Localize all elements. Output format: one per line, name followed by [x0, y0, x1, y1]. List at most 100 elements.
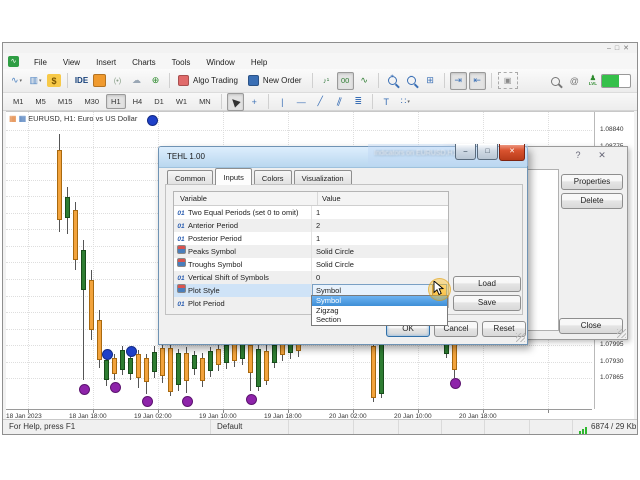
auto-scroll-icon[interactable]: ⇤: [468, 71, 486, 90]
timeframe-mn[interactable]: MN: [194, 94, 216, 109]
load-button[interactable]: Load: [453, 276, 521, 292]
menu-item-help[interactable]: Help: [243, 58, 275, 67]
connection-signal-icon: [579, 420, 588, 434]
dollar-icon[interactable]: $: [47, 74, 61, 87]
chart-type-icon[interactable]: ∿ ▾: [8, 72, 25, 90]
tab-colors[interactable]: Colors: [253, 170, 292, 185]
horizontal-line-tool[interactable]: —: [293, 93, 310, 111]
text-tool[interactable]: T: [378, 93, 395, 111]
trendline-tool[interactable]: ╱: [312, 93, 329, 111]
column-variable: Variable: [174, 192, 318, 205]
peak-marker: [146, 114, 158, 126]
one-click-trading-icon[interactable]: ▦: [19, 114, 27, 123]
menu-item-file[interactable]: File: [26, 58, 55, 67]
param-row[interactable]: 01 Vertical Shift of Symbols 0: [174, 271, 448, 284]
chart-window-icon[interactable]: ▥ ▾: [27, 72, 44, 90]
equidistant-channel-tool[interactable]: ≣: [350, 93, 367, 111]
shapes-tool[interactable]: ∷ ▾: [397, 93, 414, 111]
close-icon[interactable]: ✕: [594, 150, 610, 163]
menu-item-charts[interactable]: Charts: [124, 58, 164, 67]
resize-grip[interactable]: [617, 329, 626, 338]
line-chart-icon[interactable]: ∿: [356, 72, 373, 90]
cursor-tool[interactable]: [226, 92, 244, 111]
status-cell-profile[interactable]: Default: [211, 420, 289, 434]
channel-tool[interactable]: ∥: [331, 93, 348, 111]
tab-inputs[interactable]: Inputs: [215, 168, 252, 185]
close-icon[interactable]: ✕: [499, 144, 525, 161]
vertical-line-tool[interactable]: |: [274, 93, 291, 111]
depth-of-market-icon[interactable]: ▦: [9, 114, 17, 123]
trough-marker: [109, 381, 121, 393]
zoom-out-icon[interactable]: −: [403, 72, 420, 90]
enum-type-icon: [176, 284, 186, 293]
properties-button[interactable]: Properties: [561, 174, 623, 190]
timeframe-m5[interactable]: M5: [30, 94, 50, 109]
menu-item-window[interactable]: Window: [198, 58, 242, 67]
help-icon[interactable]: @: [566, 72, 583, 90]
tab-common[interactable]: Common: [167, 170, 214, 185]
menu-item-insert[interactable]: Insert: [88, 58, 124, 67]
camera-icon[interactable]: ▣: [497, 72, 518, 89]
timeframe-m30[interactable]: M30: [79, 94, 104, 109]
param-row[interactable]: 01 Posterior Period 1: [174, 232, 448, 245]
tile-windows-icon[interactable]: ⊞: [422, 72, 439, 90]
maximize-icon[interactable]: □: [477, 144, 498, 160]
status-cell: [442, 420, 485, 434]
crosshair-tool[interactable]: +: [246, 93, 263, 111]
menu-item-tools[interactable]: Tools: [164, 58, 199, 67]
app-logo-icon: ∿: [8, 55, 19, 67]
broadcast-icon[interactable]: (•): [109, 72, 126, 90]
timeframe-m1[interactable]: M1: [8, 94, 28, 109]
grid-line: [28, 112, 29, 409]
delete-button[interactable]: Delete: [561, 193, 623, 209]
separator: [67, 73, 68, 88]
resize-grip[interactable]: [516, 333, 525, 342]
window-controls[interactable]: –□✕: [607, 44, 633, 52]
integer-type-icon: 01: [177, 235, 185, 243]
minimize-icon[interactable]: –: [607, 45, 615, 52]
timeframe-h1[interactable]: H1: [106, 94, 126, 109]
timeframe-d1[interactable]: D1: [149, 94, 169, 109]
timeframe-w1[interactable]: W1: [171, 94, 192, 109]
minimize-icon[interactable]: –: [455, 144, 476, 160]
close-button[interactable]: Close: [559, 318, 623, 334]
help-icon[interactable]: ?: [570, 150, 586, 163]
timeframe-m15[interactable]: M15: [53, 94, 78, 109]
param-row[interactable]: 01 Anterior Period 2: [174, 219, 448, 232]
save-button[interactable]: Save: [453, 295, 521, 311]
candle-body: [160, 348, 165, 376]
param-row[interactable]: 01 Two Equal Periods (set 0 to omit) 1: [174, 206, 448, 219]
tick-chart-icon[interactable]: ♪¹: [318, 72, 335, 90]
lvl-icon[interactable]: ♟ LVL: [589, 75, 597, 87]
maximize-icon[interactable]: □: [615, 45, 623, 52]
search-icon[interactable]: [547, 72, 564, 90]
param-row[interactable]: Peaks Symbol Solid Circle: [174, 245, 448, 258]
cloud-icon[interactable]: ☁: [128, 72, 145, 90]
connection-bar[interactable]: [601, 74, 631, 88]
timeframe-h4[interactable]: H4: [128, 94, 148, 109]
dropdown-option-symbol[interactable]: Symbol: [312, 296, 447, 306]
algo-trading-button[interactable]: Algo Trading: [175, 72, 243, 90]
candle-body: [73, 210, 78, 260]
shift-end-icon[interactable]: ⇥: [449, 71, 467, 90]
param-row[interactable]: Troughs Symbol Solid Circle: [174, 258, 448, 271]
close-icon[interactable]: ✕: [623, 45, 633, 52]
candle-body: [379, 342, 384, 394]
bars-icon[interactable]: 00: [336, 71, 354, 90]
ide-button[interactable]: IDE: [73, 72, 90, 90]
trough-marker: [245, 393, 257, 405]
menu-item-view[interactable]: View: [55, 58, 88, 67]
dropdown-option-zigzag[interactable]: Zigzag: [312, 306, 447, 316]
status-cell: [399, 420, 442, 434]
zoom-in-icon[interactable]: +: [384, 72, 401, 90]
candle-body: [216, 349, 221, 365]
integer-type-icon: 01: [177, 300, 185, 308]
globe-icon[interactable]: ⊕: [147, 72, 164, 90]
new-order-button[interactable]: New Order: [245, 72, 307, 90]
table-header: Variable Value: [174, 192, 448, 206]
market-bag-icon[interactable]: [93, 74, 106, 87]
dropdown-option-section[interactable]: Section: [312, 315, 447, 325]
tab-visualization[interactable]: Visualization: [293, 170, 352, 185]
column-value: Value: [322, 194, 341, 203]
grid-line: [6, 130, 592, 131]
